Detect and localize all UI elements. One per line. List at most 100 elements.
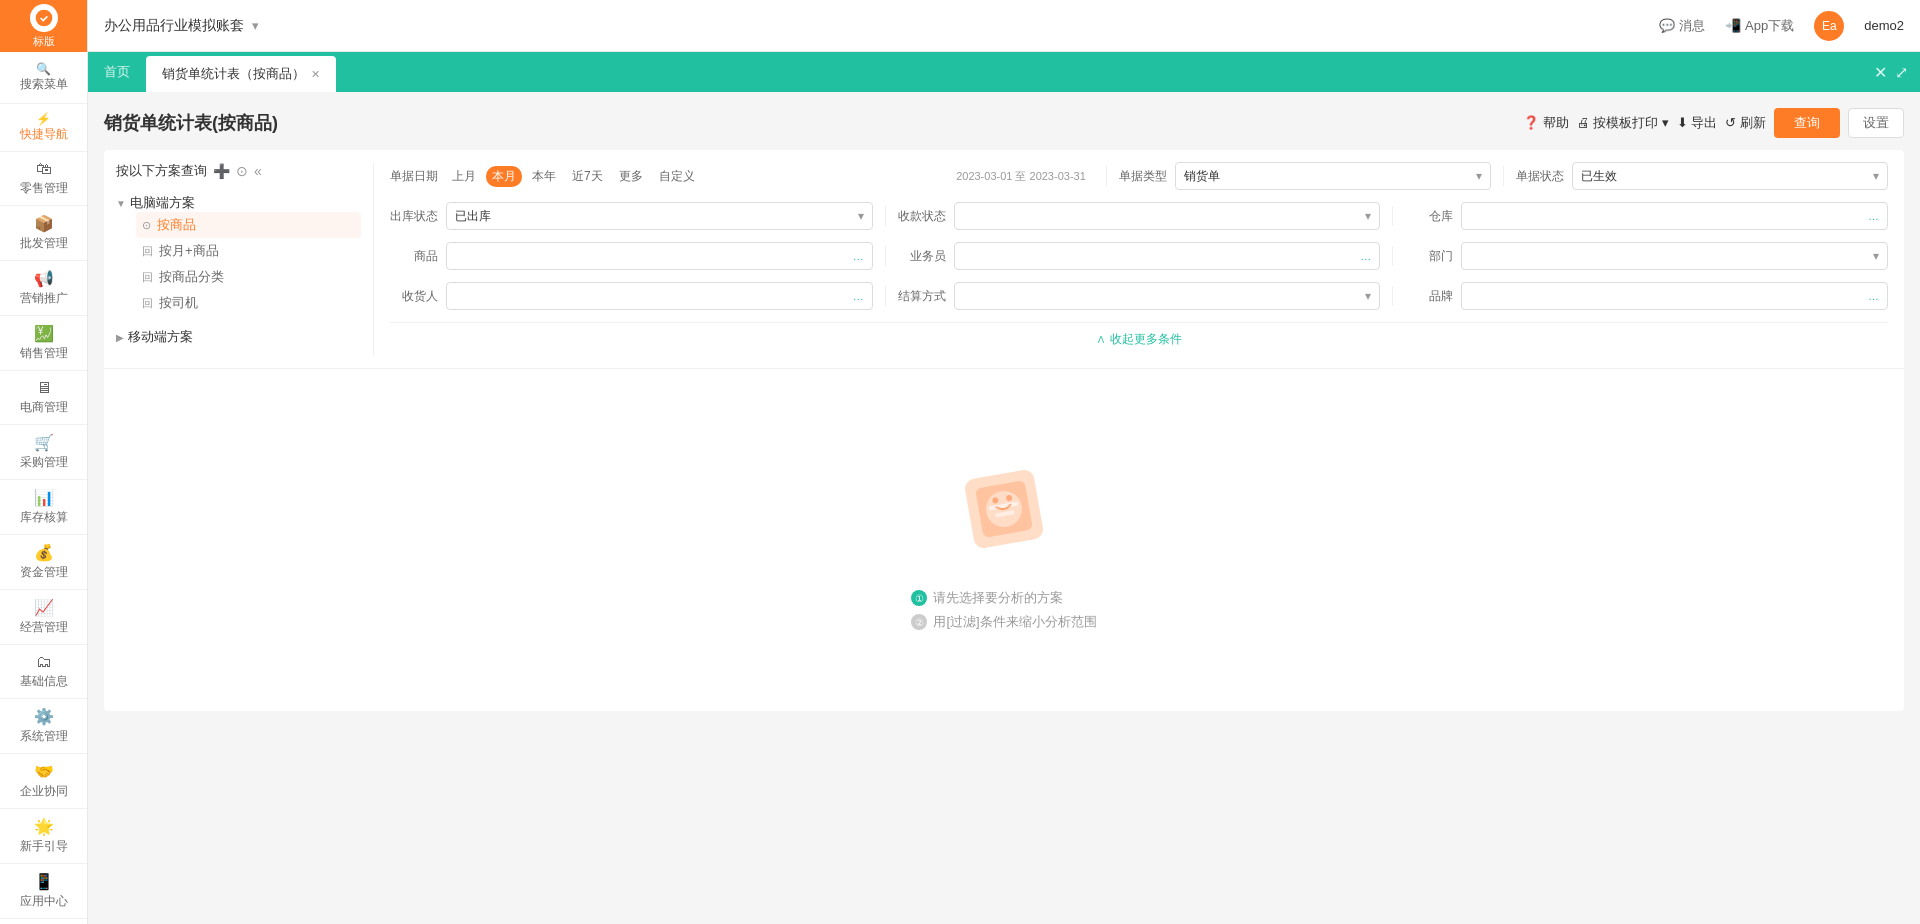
sidebar-item-basic[interactable]: 🗂 基础信息 (0, 645, 87, 699)
refresh-btn[interactable]: ↺ 刷新 (1725, 114, 1766, 132)
warehouse-label: 仓库 (1405, 208, 1453, 225)
filter-warehouse-item: 仓库 … (1405, 202, 1888, 230)
add-scheme-btn[interactable]: ➕ (213, 163, 230, 179)
export-btn[interactable]: ⬇ 导出 (1677, 114, 1718, 132)
sidebar-item-wholesale[interactable]: 📦 批发管理 (0, 206, 87, 261)
warehouse-control[interactable]: … (1461, 202, 1888, 230)
basic-icon: 🗂 (4, 653, 83, 671)
sidebar-item-wechat[interactable]: 💬 企业微信 (0, 919, 87, 924)
settings-btn[interactable]: 设置 (1848, 108, 1904, 138)
filter-goods-item: 商品 … (390, 242, 873, 270)
sidebar-item-operation[interactable]: 📈 经营管理 (0, 590, 87, 645)
dept-control[interactable]: ▾ (1461, 242, 1888, 270)
sidebar-item-purchase[interactable]: 🛒 采购管理 (0, 425, 87, 480)
by-cashier-icon: 回 (142, 296, 153, 311)
query-btn[interactable]: 查询 (1774, 108, 1840, 138)
payment-method-control[interactable]: ▾ (954, 282, 1381, 310)
receiver-more-btn[interactable]: … (853, 290, 864, 302)
payment-status-control[interactable]: ▾ (954, 202, 1381, 230)
date-tab-this-year[interactable]: 本年 (526, 166, 562, 187)
filter-row-2: 出库状态 已出库 ▾ 收款状态 ▾ (390, 202, 1888, 230)
tab-sales-stat[interactable]: 销货单统计表（按商品） ✕ (146, 56, 336, 92)
wholesale-label: 批发管理 (4, 235, 83, 252)
logo-icon (30, 4, 58, 32)
search-menu-label: 搜索菜单 (0, 76, 87, 93)
content-area: 销货单统计表(按商品) ❓ 帮助 🖨 按模板打印 ▾ ⬇ 导出 ↺ 刷新 (88, 92, 1920, 924)
out-status-arrow: ▾ (858, 209, 864, 223)
date-tab-more[interactable]: 更多 (613, 166, 649, 187)
salesman-control[interactable]: … (954, 242, 1381, 270)
payment-method-label: 结算方式 (898, 288, 946, 305)
quick-nav-icon: ⚡ (36, 112, 51, 126)
filter-brand-item: 品牌 … (1405, 282, 1888, 310)
doc-type-arrow: ▾ (1476, 169, 1482, 183)
by-month-goods-icon: 回 (142, 244, 153, 259)
quick-nav-item[interactable]: ⚡ 快捷导航 (0, 104, 87, 152)
system-label: 系统管理 (4, 728, 83, 745)
sidebar-item-finance[interactable]: 💰 资金管理 (0, 535, 87, 590)
sidebar-item-guide[interactable]: 🌟 新手引导 (0, 809, 87, 864)
by-goods-icon: ⊙ (142, 219, 151, 232)
topbar-dropdown[interactable]: ▾ (252, 18, 259, 33)
filter-payment-method-item: 结算方式 ▾ (898, 282, 1381, 310)
print-btn[interactable]: 🖨 按模板打印 ▾ (1577, 114, 1669, 132)
brand-more-btn[interactable]: … (1868, 290, 1879, 302)
tree-child-by-goods[interactable]: ⊙ 按商品 (136, 212, 361, 238)
filter-doc-type-item: 单据类型 销货单 ▾ (1119, 162, 1491, 190)
filter-payment-status-item: 收款状态 ▾ (898, 202, 1381, 230)
tree-mobile-item: ▶ 移动端方案 (116, 320, 361, 354)
basic-label: 基础信息 (4, 673, 83, 690)
user-avatar[interactable]: Ea (1814, 11, 1844, 41)
message-icon: 💬 (1659, 18, 1675, 33)
receiver-control[interactable]: … (446, 282, 873, 310)
maximize-btn[interactable]: ⤢ (1895, 63, 1908, 82)
collapse-panel-btn[interactable]: « (254, 163, 262, 179)
print-dropdown-icon[interactable]: ▾ (1662, 115, 1669, 130)
salesman-more-btn[interactable]: … (1360, 250, 1371, 262)
sidebar-item-ecommerce[interactable]: 🖥 电商管理 (0, 371, 87, 425)
app-download-btn[interactable]: 📲 App下载 (1725, 17, 1794, 35)
page-header: 销货单统计表(按商品) ❓ 帮助 🖨 按模板打印 ▾ ⬇ 导出 ↺ 刷新 (104, 108, 1904, 138)
tab-close-btn[interactable]: ✕ (311, 68, 320, 81)
sidebar-item-enterprise[interactable]: 🤝 企业协同 (0, 754, 87, 809)
salesman-label: 业务员 (898, 248, 946, 265)
sidebar-item-marketing[interactable]: 📢 营销推广 (0, 261, 87, 316)
out-status-control[interactable]: 已出库 ▾ (446, 202, 873, 230)
doc-type-control[interactable]: 销货单 ▾ (1175, 162, 1491, 190)
tree-pc-parent[interactable]: ▼ 电脑端方案 (116, 194, 361, 212)
close-window-btn[interactable]: ✕ (1874, 63, 1887, 82)
message-btn[interactable]: 💬 消息 (1659, 17, 1705, 35)
empty-lines: ① 请先选择要分析的方案 ② 用[过滤]条件来缩小分析范围 (911, 589, 1096, 631)
filter-salesman-item: 业务员 … (898, 242, 1381, 270)
collapse-bar[interactable]: ∧ 收起更多条件 (390, 322, 1888, 356)
empty-state: ① 请先选择要分析的方案 ② 用[过滤]条件来缩小分析范围 (104, 369, 1904, 711)
scheme-settings-btn[interactable]: ⊙ (236, 163, 248, 179)
warehouse-more-btn[interactable]: … (1868, 210, 1879, 222)
tree-child-by-month-goods[interactable]: 回 按月+商品 (136, 238, 361, 264)
refresh-label: 刷新 (1740, 115, 1766, 130)
goods-control[interactable]: … (446, 242, 873, 270)
sidebar-item-sales[interactable]: 💹 销售管理 (0, 316, 87, 371)
date-tab-custom[interactable]: 自定义 (653, 166, 701, 187)
goods-more-btn[interactable]: … (853, 250, 864, 262)
receiver-label: 收货人 (390, 288, 438, 305)
date-tab-7days[interactable]: 近7天 (566, 166, 609, 187)
tree-child-by-goods-category[interactable]: 回 按商品分类 (136, 264, 361, 290)
help-btn[interactable]: ❓ 帮助 (1523, 114, 1569, 132)
sidebar-item-system[interactable]: ⚙️ 系统管理 (0, 699, 87, 754)
date-row: 上月 本月 本年 近7天 更多 自定义 (446, 166, 948, 187)
tree-pc-label: 电脑端方案 (130, 194, 195, 212)
sidebar-item-inventory[interactable]: 📊 库存核算 (0, 480, 87, 535)
tree-child-by-cashier[interactable]: 回 按司机 (136, 290, 361, 316)
date-tab-this-month[interactable]: 本月 (486, 166, 522, 187)
sidebar-item-appcenter[interactable]: 📱 应用中心 (0, 864, 87, 919)
doc-status-control[interactable]: 已生效 ▾ (1572, 162, 1888, 190)
date-tab-last-month[interactable]: 上月 (446, 166, 482, 187)
tree-mobile-parent[interactable]: ▶ 移动端方案 (116, 324, 361, 350)
sidebar-item-retail[interactable]: 🛍 零售管理 (0, 152, 87, 206)
message-label: 消息 (1679, 17, 1705, 35)
tab-home[interactable]: 首页 (88, 52, 146, 92)
brand-control[interactable]: … (1461, 282, 1888, 310)
empty-num-1: ① (911, 590, 927, 606)
search-menu-item[interactable]: 🔍 搜索菜单 (0, 52, 87, 104)
